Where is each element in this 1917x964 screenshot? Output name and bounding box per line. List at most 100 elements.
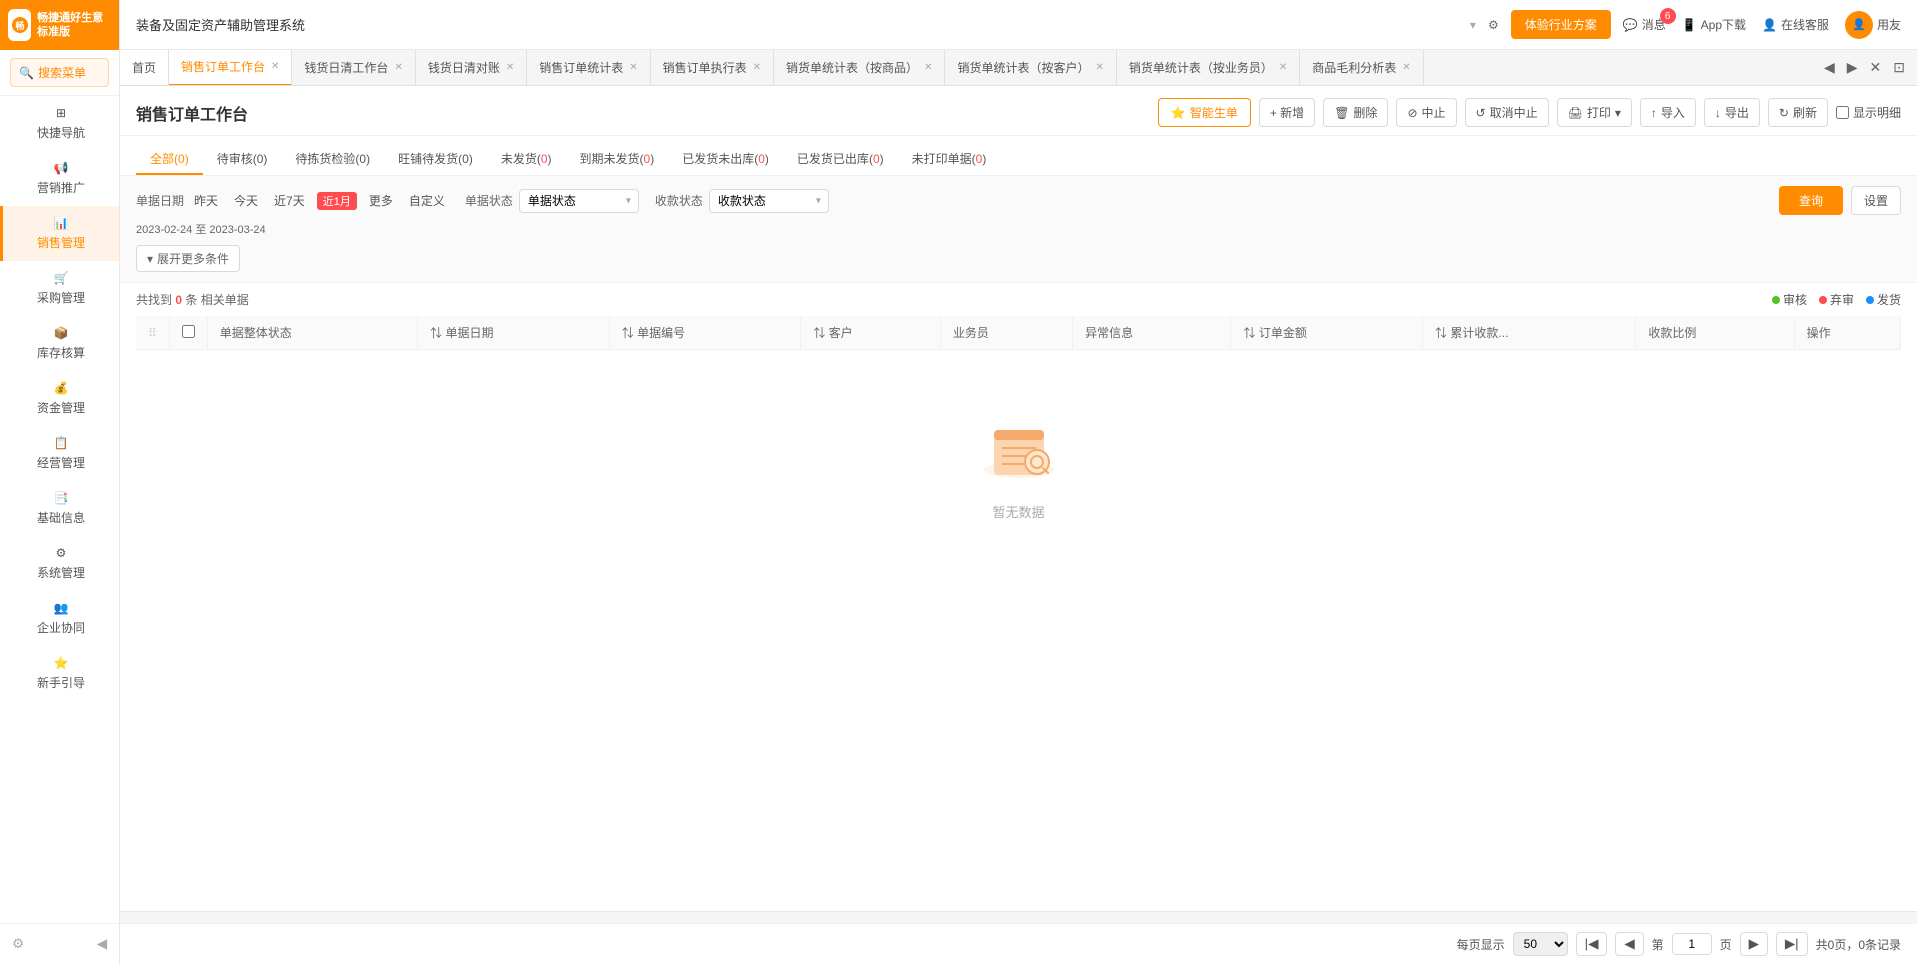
per-page-select[interactable]: 10 20 50 100: [1513, 932, 1568, 956]
tab-sales-exec[interactable]: 销售订单执行表 ✕: [651, 50, 774, 86]
sort-customer-icon[interactable]: ⇅: [813, 326, 825, 340]
show-detail-checkbox[interactable]: [1836, 106, 1849, 119]
filter-collection-select[interactable]: 收款状态: [709, 189, 829, 213]
sidebar: 畅 畅捷通好生意 标准版 🔍 搜索菜单 ⊞ 快捷导航 📢 营销推广 📊 销售管理…: [0, 0, 120, 964]
sidebar-item-purchase[interactable]: 🛒 采购管理: [0, 261, 119, 316]
tab-sales-summary-product[interactable]: 销货单统计表（按商品） ✕: [774, 50, 945, 86]
sort-up-icon[interactable]: ⇅: [430, 326, 442, 340]
topbar-settings-icon[interactable]: ⚙: [1488, 18, 1499, 32]
subtab-overdue-not-delivered[interactable]: 到期未发货(0): [566, 144, 669, 175]
th-collected: ⇅ 累计收款...: [1423, 316, 1636, 350]
horizontal-scrollbar[interactable]: [120, 911, 1917, 923]
sidebar-item-inventory[interactable]: 📦 库存核算: [0, 316, 119, 371]
tabbar-next-btn[interactable]: ▶: [1843, 57, 1862, 78]
setting-button[interactable]: 设置: [1851, 186, 1901, 215]
tab-home[interactable]: 首页: [120, 50, 169, 86]
th-operation: 操作: [1794, 316, 1900, 350]
sidebar-item-enterprise[interactable]: 👥 企业协同: [0, 591, 119, 646]
tab-cash-reconcile[interactable]: 钱货日清对账 ✕: [416, 50, 527, 86]
next-page-btn[interactable]: ▶: [1740, 932, 1768, 956]
filter-date-yesterday[interactable]: 昨天: [190, 190, 222, 211]
sidebar-item-basic[interactable]: 📑 基础信息: [0, 481, 119, 536]
subtab-delivered-out[interactable]: 已发货已出库(0): [783, 144, 898, 175]
query-button[interactable]: 查询: [1779, 186, 1843, 215]
add-button[interactable]: + 新增: [1259, 98, 1315, 127]
page-input[interactable]: [1672, 933, 1712, 955]
tab-sales-summary-staff-close[interactable]: ✕: [1279, 62, 1287, 73]
subtab-delivered-not-out[interactable]: 已发货未出库(0): [668, 144, 783, 175]
sidebar-item-finance[interactable]: 💰 资金管理: [0, 371, 119, 426]
deliver-action[interactable]: 发货: [1866, 291, 1901, 308]
tab-sales-summary-customer-close[interactable]: ✕: [1095, 62, 1103, 73]
sidebar-item-system[interactable]: ⚙ 系统管理: [0, 536, 119, 591]
sort-amount-icon[interactable]: ⇅: [1243, 326, 1255, 340]
filter-status-select[interactable]: 单据状态: [519, 189, 639, 213]
subtab-not-printed[interactable]: 未打印单据(0): [898, 144, 1001, 175]
print-button[interactable]: 🖨 打印 ▾: [1557, 98, 1632, 127]
sidebar-item-label: 企业协同: [37, 619, 85, 636]
review-action[interactable]: 审核: [1772, 291, 1807, 308]
topbar-message[interactable]: 💬 6 消息: [1623, 16, 1666, 33]
tab-product-margin-close[interactable]: ✕: [1402, 62, 1410, 73]
system-title: 装备及固定资产辅助管理系统: [136, 15, 1458, 34]
sidebar-item-sales[interactable]: 📊 销售管理: [0, 206, 119, 261]
tab-sales-order[interactable]: 销售订单工作台 ✕: [169, 50, 292, 86]
tab-cash-reconcile-label: 钱货日清对账: [428, 59, 500, 76]
topbar-app-download[interactable]: 📱 App下载: [1682, 16, 1746, 33]
filter-date-7days[interactable]: 近7天: [270, 190, 309, 211]
sort-collected-icon[interactable]: ⇅: [1435, 326, 1447, 340]
select-all-checkbox[interactable]: [182, 325, 195, 338]
smart-order-button[interactable]: ⭐ 智能生单: [1158, 98, 1251, 127]
subtab-all[interactable]: 全部(0): [136, 144, 203, 175]
tabbar-expand-btn[interactable]: ⊡: [1889, 57, 1909, 78]
subtab-not-delivered[interactable]: 未发货(0): [487, 144, 566, 175]
tab-sales-exec-close[interactable]: ✕: [753, 62, 761, 73]
tabbar-prev-btn[interactable]: ◀: [1820, 57, 1839, 78]
tab-sales-stat[interactable]: 销售订单统计表 ✕: [527, 50, 650, 86]
cancel-suspend-button[interactable]: ↺ 取消中止: [1465, 98, 1549, 127]
tabbar-close-all-btn[interactable]: ✕: [1866, 57, 1886, 78]
collapse-sidebar-button[interactable]: ◀: [93, 932, 111, 956]
tab-sales-summary-staff[interactable]: 销货单统计表（按业务员） ✕: [1117, 50, 1300, 86]
subtab-pending-check[interactable]: 待拣货检验(0): [281, 144, 384, 175]
delete-button[interactable]: 🗑 删除: [1323, 98, 1388, 127]
cancel-action[interactable]: 弃审: [1819, 291, 1854, 308]
tab-cash-daily[interactable]: 钱货日清工作台 ✕: [292, 50, 415, 86]
suspend-button[interactable]: ⊘ 中止: [1396, 98, 1456, 127]
user-label: 用友: [1877, 16, 1901, 33]
filter-date-custom[interactable]: 自定义: [405, 190, 449, 211]
filter-date-today[interactable]: 今天: [230, 190, 262, 211]
tab-sales-summary-customer[interactable]: 销货单统计表（按客户） ✕: [945, 50, 1116, 86]
filter-status-item: 单据状态 单据状态: [465, 189, 639, 213]
tab-sales-stat-close[interactable]: ✕: [629, 62, 637, 73]
subtab-wangpu-deliver[interactable]: 旺铺待发货(0): [384, 144, 487, 175]
topbar-service[interactable]: 👤 在线客服: [1762, 16, 1829, 33]
sort-number-icon[interactable]: ⇅: [622, 326, 634, 340]
filter-date-more[interactable]: 更多: [365, 190, 397, 211]
tab-cash-reconcile-close[interactable]: ✕: [506, 62, 514, 73]
th-salesperson: 业务员: [940, 316, 1072, 350]
subtab-pending-review[interactable]: 待审核(0): [203, 144, 282, 175]
search-menu-button[interactable]: 🔍 搜索菜单: [10, 58, 109, 87]
per-page-label: 每页显示: [1457, 936, 1505, 953]
settings-bottom-button[interactable]: ⚙: [8, 932, 28, 956]
topbar-user[interactable]: 👤 用友: [1845, 11, 1901, 39]
refresh-button[interactable]: ↻ 刷新: [1768, 98, 1828, 127]
product-btn[interactable]: 体验行业方案: [1511, 10, 1611, 39]
sidebar-item-quick[interactable]: ⊞ 快捷导航: [0, 96, 119, 151]
filter-date-1month[interactable]: 近1月: [317, 192, 357, 210]
sidebar-item-operations[interactable]: 📋 经营管理: [0, 426, 119, 481]
filter-expand-button[interactable]: ▾ 展开更多条件: [136, 245, 240, 272]
tab-cash-daily-close[interactable]: ✕: [394, 62, 402, 73]
first-page-btn[interactable]: |◀: [1576, 932, 1608, 956]
tab-sales-order-close[interactable]: ✕: [271, 61, 279, 72]
show-detail-label[interactable]: 显示明细: [1836, 104, 1901, 121]
import-button[interactable]: ↑ 导入: [1640, 98, 1696, 127]
tab-product-margin[interactable]: 商品毛利分析表 ✕: [1300, 50, 1423, 86]
sidebar-item-marketing[interactable]: 📢 营销推广: [0, 151, 119, 206]
tab-sales-summary-product-close[interactable]: ✕: [924, 62, 932, 73]
prev-page-btn[interactable]: ◀: [1615, 932, 1643, 956]
sidebar-item-guide[interactable]: ⭐ 新手引导: [0, 646, 119, 701]
export-button[interactable]: ↓ 导出: [1704, 98, 1760, 127]
last-page-btn[interactable]: ▶|: [1776, 932, 1808, 956]
